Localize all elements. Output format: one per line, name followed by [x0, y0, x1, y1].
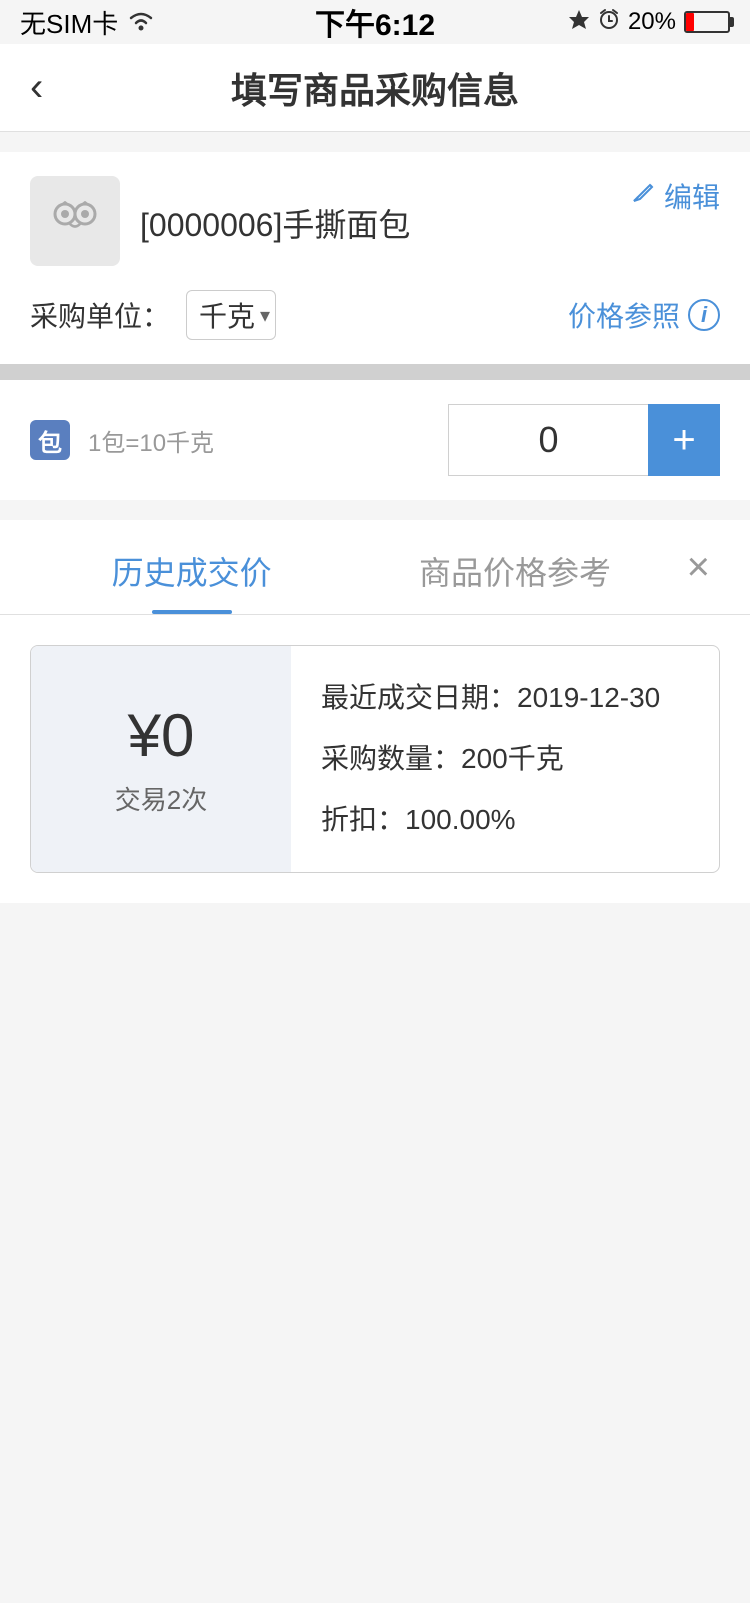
unit-row: 采购单位： 千克 [30, 290, 276, 340]
tab-product-price-ref[interactable]: 商品价格参考 [353, 520, 676, 614]
edit-button[interactable]: 编辑 [630, 176, 720, 216]
tab-history-price[interactable]: 历史成交价 [30, 520, 353, 614]
carrier-text: 无SIM卡 [20, 4, 118, 41]
quantity-detail-value: 200千克 [461, 743, 564, 774]
discount-label: 折扣： [321, 804, 405, 835]
edit-label: 编辑 [664, 176, 720, 216]
status-time: 下午6:12 [315, 0, 435, 44]
wifi-icon [126, 7, 156, 38]
edit-icon [630, 179, 658, 214]
tab-close-button[interactable]: × [677, 525, 720, 610]
main-content-area [0, 903, 750, 1603]
product-thumbnail [30, 176, 120, 266]
quantity-row-detail: 采购数量：200千克 [321, 737, 689, 782]
recent-date-value: 2019-12-30 [517, 682, 660, 713]
status-left: 无SIM卡 [20, 4, 156, 41]
alarm-icon [598, 8, 620, 37]
quantity-input[interactable] [448, 404, 648, 476]
battery-icon [684, 11, 730, 33]
recent-date-label: 最近成交日期： [321, 682, 517, 713]
tab-header: 历史成交价 商品价格参考 × [0, 520, 750, 615]
unit-select-wrap[interactable]: 千克 [186, 290, 276, 340]
recent-date-row: 最近成交日期：2019-12-30 [321, 676, 689, 721]
discount-value: 100.00% [405, 804, 516, 835]
discount-row: 折扣：100.00% [321, 798, 689, 843]
battery-percent: 20% [628, 8, 676, 36]
bao-unit-icon: 包 [30, 420, 70, 460]
quantity-detail-label: 采购数量： [321, 743, 461, 774]
back-button[interactable]: ‹ [30, 65, 43, 110]
unit-select[interactable]: 千克 [186, 290, 276, 340]
product-logo-icon [45, 186, 105, 256]
price-history-section: ¥0 交易2次 最近成交日期：2019-12-30 采购数量：200千克 折扣：… [0, 615, 750, 903]
quantity-label: 包 1包=10千克 [30, 420, 214, 460]
product-name: [0000006]手撕面包 [140, 200, 410, 246]
price-value: ¥0 [128, 701, 195, 770]
trade-count: 交易2次 [115, 780, 207, 817]
quantity-control: + [448, 404, 720, 476]
quantity-plus-button[interactable]: + [648, 404, 720, 476]
unit-label: 采购单位： [30, 295, 170, 335]
product-info: [0000006]手撕面包 [140, 196, 410, 246]
price-symbol: ¥ [128, 702, 161, 769]
price-ref-label: 价格参照 [568, 295, 680, 335]
product-left: [0000006]手撕面包 [30, 176, 410, 266]
quantity-row: 包 1包=10千克 + [0, 380, 750, 500]
product-header: [0000006]手撕面包 编辑 [30, 176, 720, 266]
location-icon [568, 8, 590, 37]
tab-panel: 历史成交价 商品价格参考 × ¥0 交易2次 最近成交日期：2019-12-30… [0, 520, 750, 903]
price-card-right: 最近成交日期：2019-12-30 采购数量：200千克 折扣：100.00% [291, 646, 719, 872]
info-icon: i [688, 299, 720, 331]
price-ref-button[interactable]: 价格参照 i [568, 295, 720, 335]
page-title: 填写商品采购信息 [231, 62, 519, 114]
price-card-left: ¥0 交易2次 [31, 646, 291, 872]
section-divider [0, 364, 750, 380]
product-card: [0000006]手撕面包 编辑 采购单位： 千克 价格参照 i [0, 152, 750, 364]
status-right: 20% [568, 8, 730, 37]
price-card: ¥0 交易2次 最近成交日期：2019-12-30 采购数量：200千克 折扣：… [30, 645, 720, 873]
nav-bar: ‹ 填写商品采购信息 [0, 44, 750, 132]
status-bar: 无SIM卡 下午6:12 20% [0, 0, 750, 44]
unit-hint: 1包=10千克 [88, 423, 214, 458]
price-number: 0 [161, 702, 194, 769]
product-meta: 采购单位： 千克 价格参照 i [30, 290, 720, 340]
